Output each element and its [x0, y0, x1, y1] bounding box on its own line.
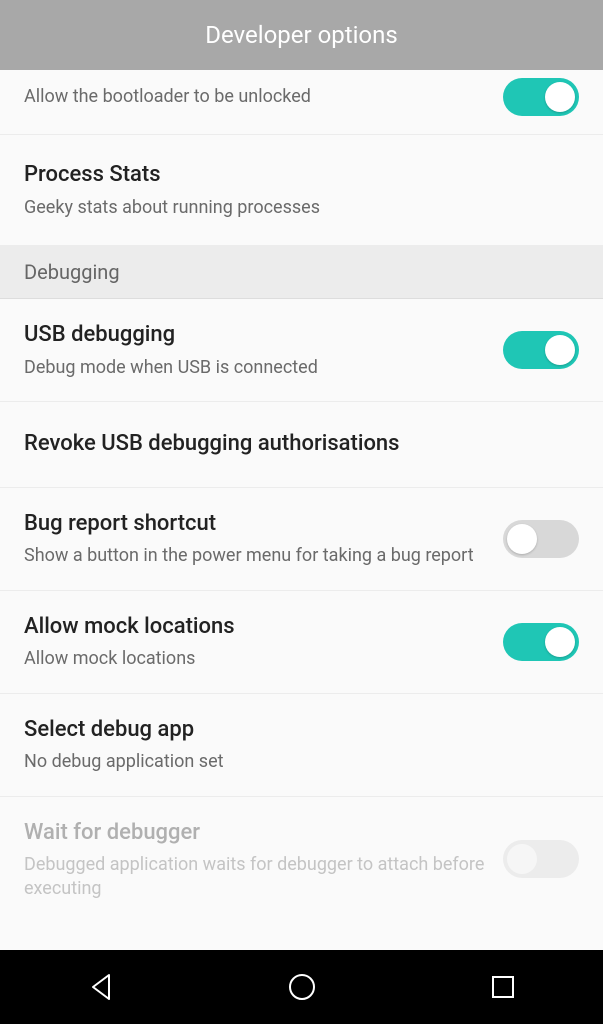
recent-apps-button[interactable]: [483, 967, 523, 1007]
item-title: Allow mock locations: [24, 613, 487, 642]
item-usb-debugging[interactable]: USB debugging Debug mode when USB is con…: [0, 299, 603, 402]
item-title: Process Stats: [24, 161, 563, 190]
item-subtitle: Show a button in the power menu for taki…: [24, 544, 487, 567]
item-allow-mock-locations[interactable]: Allow mock locations Allow mock location…: [0, 591, 603, 694]
item-subtitle: Debug mode when USB is connected: [24, 356, 487, 379]
square-icon: [488, 972, 518, 1002]
system-nav-bar: [0, 950, 603, 1024]
item-label: Allow the bootloader to be unlocked: [24, 85, 487, 108]
item-subtitle: Allow mock locations: [24, 647, 487, 670]
item-subtitle: Geeky stats about running processes: [24, 196, 563, 219]
item-select-debug-app[interactable]: Select debug app No debug application se…: [0, 694, 603, 797]
item-process-stats[interactable]: Process Stats Geeky stats about running …: [0, 135, 603, 246]
wait-debugger-toggle: [503, 840, 579, 878]
page-title: Developer options: [205, 21, 398, 49]
back-icon: [85, 971, 117, 1003]
home-button[interactable]: [282, 967, 322, 1007]
item-title: Wait for debugger: [24, 819, 487, 848]
item-subtitle: No debug application set: [24, 750, 563, 773]
item-bug-report-shortcut[interactable]: Bug report shortcut Show a button in the…: [0, 488, 603, 591]
app-header: Developer options: [0, 0, 603, 70]
item-title: Revoke USB debugging authorisations: [24, 430, 563, 459]
item-wait-for-debugger: Wait for debugger Debugged application w…: [0, 797, 603, 922]
settings-list[interactable]: Allow the bootloader to be unlocked Proc…: [0, 70, 603, 950]
item-title: Select debug app: [24, 716, 563, 745]
section-header-debugging: Debugging: [0, 246, 603, 299]
item-title: USB debugging: [24, 321, 487, 350]
item-bootloader-unlock[interactable]: Allow the bootloader to be unlocked: [0, 70, 603, 135]
item-subtitle: Debugged application waits for debugger …: [24, 853, 487, 900]
mock-locations-toggle[interactable]: [503, 623, 579, 661]
home-icon: [286, 971, 318, 1003]
bug-report-toggle[interactable]: [503, 520, 579, 558]
usb-debugging-toggle[interactable]: [503, 331, 579, 369]
bootloader-toggle[interactable]: [503, 78, 579, 116]
item-revoke-usb-auth[interactable]: Revoke USB debugging authorisations: [0, 402, 603, 488]
back-button[interactable]: [81, 967, 121, 1007]
screen: Developer options Allow the bootloader t…: [0, 0, 603, 1024]
item-title: Bug report shortcut: [24, 510, 487, 539]
